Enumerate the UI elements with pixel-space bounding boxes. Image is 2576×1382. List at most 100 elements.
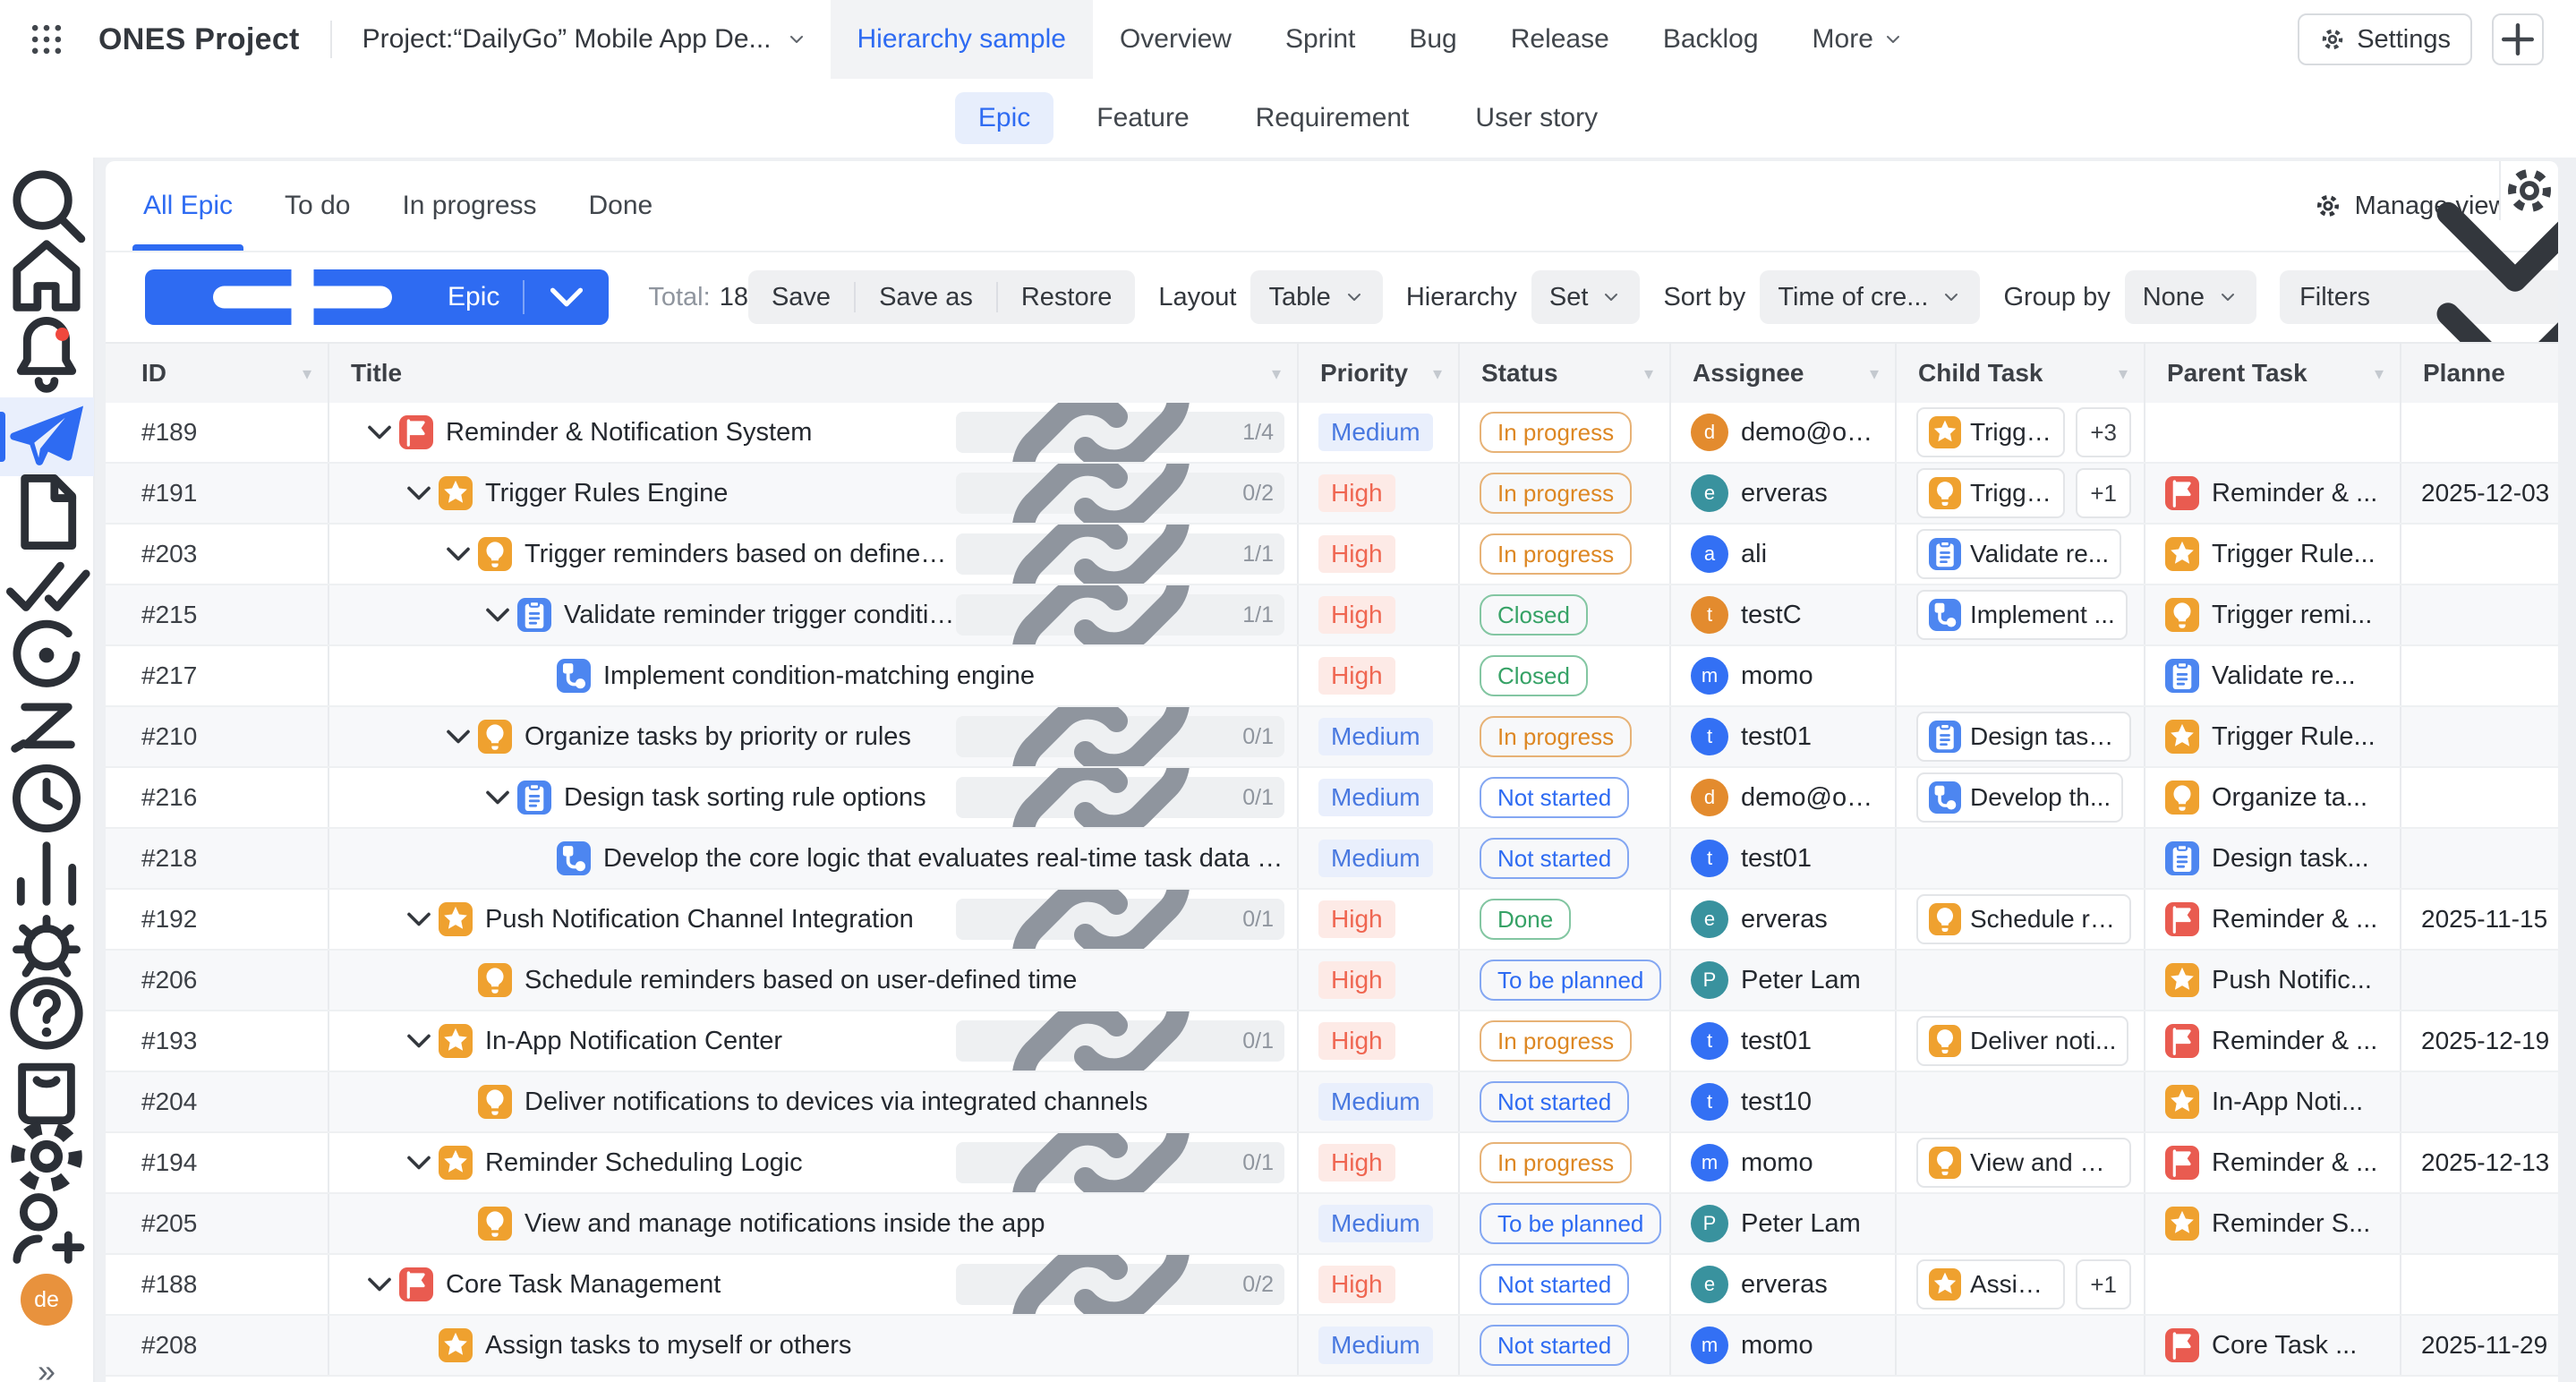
- child-task-chip[interactable]: Implement ...: [1916, 590, 2128, 640]
- row-title[interactable]: View and manage notifications inside the…: [525, 1209, 1045, 1239]
- child-task-more-chip[interactable]: +1: [2076, 468, 2131, 518]
- cell-planned-date[interactable]: [2401, 525, 2558, 584]
- status-badge[interactable]: Not started: [1480, 1325, 1630, 1366]
- row-expand-chevron-icon[interactable]: [478, 778, 517, 817]
- row-title[interactable]: Implement condition-matching engine: [603, 661, 1035, 691]
- parent-task-link[interactable]: Reminder & ...: [2165, 1146, 2377, 1180]
- child-task-more-chip[interactable]: +3: [2076, 407, 2131, 457]
- child-task-chip[interactable]: Validate re...: [1916, 529, 2122, 579]
- issue-type-tab-user-story[interactable]: User story: [1452, 92, 1621, 144]
- parent-task-link[interactable]: Organize ta...: [2165, 781, 2367, 815]
- table-row[interactable]: #216 Design task sorting rule options 0/1 M…: [106, 768, 2558, 829]
- row-title[interactable]: Trigger Rules Engine: [485, 479, 728, 508]
- child-task-chip[interactable]: Deliver noti...: [1916, 1016, 2129, 1066]
- table-row[interactable]: #191 Trigger Rules Engine 0/2 High In progre…: [106, 464, 2558, 525]
- row-expand-chevron-icon[interactable]: [399, 1143, 439, 1182]
- row-expand-chevron-icon[interactable]: [399, 900, 439, 939]
- cell-planned-date[interactable]: [2401, 1072, 2558, 1131]
- view-tab-to-do[interactable]: To do: [285, 161, 350, 251]
- cell-planned-date[interactable]: [2401, 707, 2558, 766]
- table-row[interactable]: #217 Implement condition-matching engine H…: [106, 646, 2558, 707]
- cell-assignee[interactable]: e erveras: [1671, 464, 1897, 523]
- row-title[interactable]: In-App Notification Center: [485, 1027, 782, 1056]
- view-tab-done[interactable]: Done: [589, 161, 653, 251]
- parent-task-link[interactable]: Trigger remi...: [2165, 598, 2372, 632]
- filter-triangle-icon[interactable]: ▾: [1272, 363, 1281, 384]
- view-tab-in-progress[interactable]: In progress: [402, 161, 536, 251]
- row-expand-chevron-icon[interactable]: [399, 1021, 439, 1061]
- priority-tag[interactable]: Medium: [1318, 718, 1433, 755]
- filter-triangle-icon[interactable]: ▾: [1644, 363, 1653, 384]
- column-header-title[interactable]: Title ▾: [329, 344, 1299, 403]
- sidebar-item-invite-member[interactable]: [0, 1192, 94, 1264]
- row-title[interactable]: Core Task Management: [446, 1270, 721, 1300]
- parent-task-link[interactable]: Reminder S...: [2165, 1207, 2370, 1241]
- status-badge[interactable]: Closed: [1480, 655, 1588, 696]
- status-badge[interactable]: In progress: [1480, 533, 1633, 575]
- issue-type-tab-epic[interactable]: Epic: [954, 92, 1054, 144]
- filter-triangle-icon[interactable]: ▾: [2375, 363, 2384, 384]
- child-task-chip[interactable]: Trigger...: [1916, 468, 2066, 518]
- issue-type-tab-requirement[interactable]: Requirement: [1233, 92, 1433, 144]
- table-row[interactable]: #206 Schedule reminders based on user-def…: [106, 951, 2558, 1011]
- column-header-assignee[interactable]: Assignee ▾: [1671, 344, 1897, 403]
- table-row[interactable]: #193 In-App Notification Center 0/1 High In …: [106, 1011, 2558, 1072]
- cell-assignee[interactable]: m momo: [1671, 1316, 1897, 1375]
- priority-tag[interactable]: High: [1318, 1144, 1395, 1182]
- status-badge[interactable]: In progress: [1480, 412, 1633, 453]
- new-epic-button[interactable]: Epic: [145, 269, 610, 325]
- row-title[interactable]: Validate reminder trigger conditions: [564, 601, 956, 630]
- status-badge[interactable]: In progress: [1480, 1020, 1633, 1062]
- priority-tag[interactable]: High: [1318, 1266, 1395, 1303]
- cell-assignee[interactable]: P Peter Lam: [1671, 951, 1897, 1010]
- priority-tag[interactable]: Medium: [1318, 1083, 1433, 1121]
- column-settings-button[interactable]: [2499, 161, 2558, 220]
- parent-task-link[interactable]: Reminder & ...: [2165, 476, 2377, 510]
- parent-task-link[interactable]: Reminder & ...: [2165, 1024, 2377, 1058]
- row-expand-chevron-icon[interactable]: [360, 413, 399, 452]
- row-title[interactable]: Reminder & Notification System: [446, 418, 812, 448]
- row-expand-chevron-icon[interactable]: [439, 534, 478, 574]
- row-expand-chevron-icon[interactable]: [360, 1265, 399, 1304]
- status-badge[interactable]: To be planned: [1480, 960, 1662, 1001]
- row-title[interactable]: Develop the core logic that evaluates re…: [603, 844, 1284, 874]
- parent-task-link[interactable]: Design task...: [2165, 841, 2369, 875]
- parent-task-link[interactable]: Trigger Rule...: [2165, 537, 2376, 571]
- link-count-badge[interactable]: 0/1: [956, 890, 1284, 949]
- link-count-badge[interactable]: 1/1: [956, 585, 1284, 644]
- table-row[interactable]: #208 Assign tasks to myself or others Medi…: [106, 1316, 2558, 1377]
- cell-assignee[interactable]: P Peter Lam: [1671, 1194, 1897, 1253]
- row-title[interactable]: Assign tasks to myself or others: [485, 1331, 851, 1361]
- link-count-badge[interactable]: 1/1: [956, 525, 1284, 584]
- nav-tab-backlog[interactable]: Backlog: [1636, 0, 1786, 79]
- nav-tab-hierarchy-sample[interactable]: Hierarchy sample: [830, 0, 1093, 79]
- cell-assignee[interactable]: m momo: [1671, 646, 1897, 705]
- filter-triangle-icon[interactable]: ▾: [1870, 363, 1879, 384]
- parent-task-link[interactable]: Reminder & ...: [2165, 902, 2377, 936]
- table-row[interactable]: #189 Reminder & Notification System 1/4 Med…: [106, 403, 2558, 464]
- cell-planned-date[interactable]: [2401, 1194, 2558, 1253]
- child-task-chip[interactable]: Schedule re...: [1916, 894, 2131, 944]
- parent-task-link[interactable]: Validate re...: [2165, 659, 2356, 693]
- cell-assignee[interactable]: t test10: [1671, 1072, 1897, 1131]
- cell-planned-date[interactable]: 2025-11-15: [2401, 890, 2558, 949]
- filter-triangle-icon[interactable]: ▾: [2119, 363, 2128, 384]
- sidebar-item-notifications[interactable]: [0, 311, 94, 393]
- column-header-child-task[interactable]: Child Task ▾: [1897, 344, 2145, 403]
- nav-tab-bug[interactable]: Bug: [1382, 0, 1483, 79]
- priority-tag[interactable]: Medium: [1318, 840, 1433, 877]
- child-task-chip[interactable]: Assign...: [1916, 1259, 2066, 1309]
- cell-assignee[interactable]: d demo@on...: [1671, 403, 1897, 462]
- status-badge[interactable]: Not started: [1480, 838, 1630, 879]
- cell-planned-date[interactable]: [2401, 951, 2558, 1010]
- child-task-chip[interactable]: Develop th...: [1916, 772, 2124, 823]
- status-badge[interactable]: In progress: [1480, 1142, 1633, 1183]
- row-title[interactable]: Push Notification Channel Integration: [485, 905, 914, 934]
- row-title[interactable]: Design task sorting rule options: [564, 783, 926, 813]
- cell-planned-date[interactable]: [2401, 403, 2558, 462]
- row-expand-chevron-icon[interactable]: [478, 595, 517, 635]
- hierarchy-select[interactable]: Set: [1531, 270, 1641, 324]
- child-task-chip[interactable]: Trigger...: [1916, 407, 2066, 457]
- table-row[interactable]: #210 Organize tasks by priority or rules 0…: [106, 707, 2558, 768]
- row-title[interactable]: Trigger reminders based on defined condi…: [525, 540, 956, 569]
